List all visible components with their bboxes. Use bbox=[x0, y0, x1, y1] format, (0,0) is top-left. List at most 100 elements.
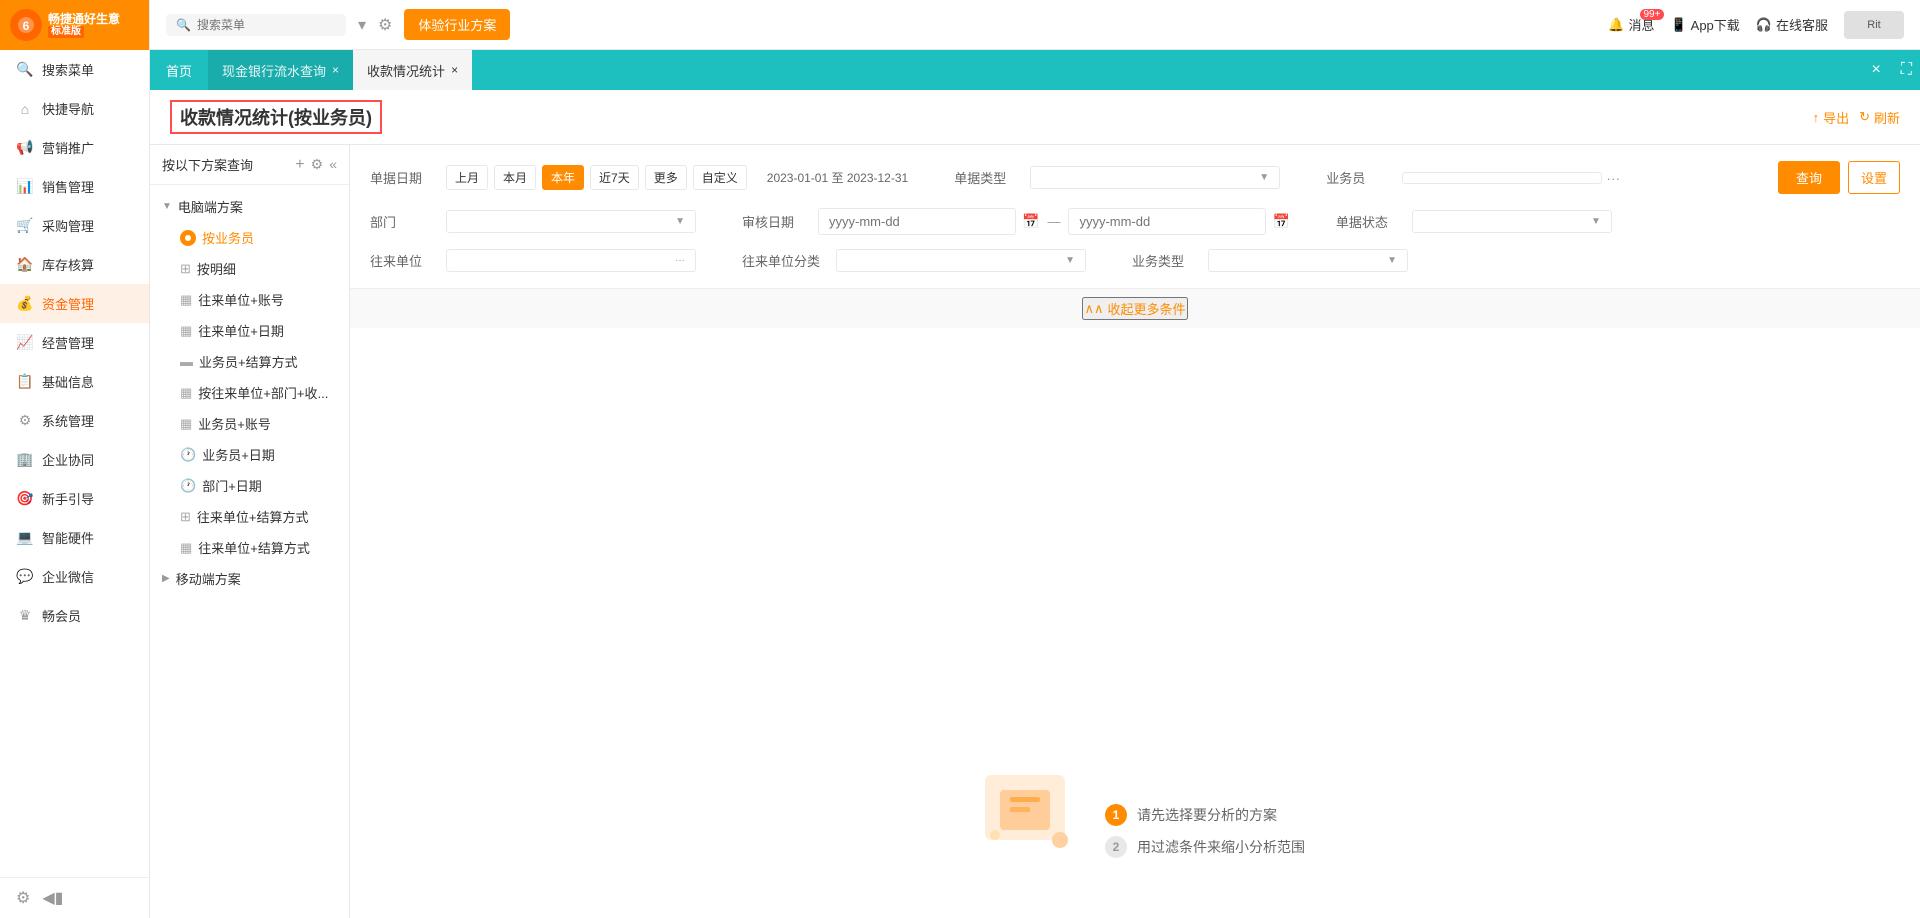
step-label-1: 请先选择要分析的方案 bbox=[1137, 805, 1277, 825]
doc-type-label: 单据类型 bbox=[954, 168, 1014, 187]
search-icon: 🔍 bbox=[16, 61, 34, 79]
setting-button[interactable]: 设置 bbox=[1848, 161, 1900, 194]
scheme-item-partner-date[interactable]: ▦ 往来单位+日期 bbox=[150, 315, 349, 346]
scheme-item-partner-dept[interactable]: ▦ 按往来单位+部门+收... bbox=[150, 377, 349, 408]
sidebar-item-search[interactable]: 🔍 搜索菜单 bbox=[0, 50, 149, 89]
doc-type-arrow: ▼ bbox=[1259, 172, 1269, 183]
collapse-sidebar-icon[interactable]: ◀▮ bbox=[42, 888, 63, 908]
tab-cash-flow-close[interactable]: × bbox=[332, 64, 339, 76]
salesperson-more-icon[interactable]: ··· bbox=[1606, 170, 1620, 186]
partner-cat-select[interactable]: ▼ bbox=[836, 249, 1086, 272]
refresh-button[interactable]: ↻ 刷新 bbox=[1859, 108, 1900, 127]
scheme-item-staff-date[interactable]: 🕐 业务员+日期 bbox=[150, 439, 349, 470]
topbar-search-box[interactable]: 🔍 bbox=[166, 14, 346, 36]
tree-group-desktop-header[interactable]: ▼ 电脑端方案 bbox=[150, 191, 349, 222]
date-btn-more[interactable]: 更多 bbox=[645, 165, 687, 190]
scheme-item-dept-date[interactable]: 🕐 部门+日期 bbox=[150, 470, 349, 501]
scheme-item-partner-account[interactable]: ▦ 往来单位+账号 bbox=[150, 284, 349, 315]
audit-date-start[interactable] bbox=[818, 208, 1016, 235]
empty-step-2: 2 用过滤条件来缩小分析范围 bbox=[1105, 836, 1305, 858]
sidebar-label-marketing: 营销推广 bbox=[42, 138, 94, 157]
topbar-gear-icon[interactable]: ⚙ bbox=[378, 15, 392, 35]
salesperson-select[interactable] bbox=[1402, 172, 1602, 184]
sidebar: 6 畅捷通好生意 标准版 🔍 搜索菜单 ⌂ 快捷导航 📢 营销推广 📊 销售管理… bbox=[0, 0, 150, 918]
message-button[interactable]: 🔔 消息 99+ bbox=[1608, 15, 1654, 34]
message-badge: 99+ bbox=[1640, 9, 1665, 20]
audit-date-calendar1[interactable]: 📅 bbox=[1022, 213, 1039, 230]
scheme-item-label-pd: 往来单位+日期 bbox=[198, 321, 284, 340]
refresh-icon: ↻ bbox=[1859, 109, 1870, 125]
scheme-gear-icon[interactable]: ⚙ bbox=[311, 156, 324, 174]
audit-date-calendar2[interactable]: 📅 bbox=[1272, 213, 1289, 230]
tree-group-mobile-header[interactable]: ▶ 移动端方案 bbox=[150, 563, 349, 594]
step-label-2: 用过滤条件来缩小分析范围 bbox=[1137, 837, 1305, 857]
collapse-icon: ∧∧ bbox=[1084, 301, 1103, 317]
date-btn-this-month[interactable]: 本月 bbox=[494, 165, 536, 190]
filter-form: 单据日期 上月 本月 本年 近7天 更多 自定义 2023-01-01 至 20… bbox=[350, 145, 1920, 288]
date-btn-7days[interactable]: 近7天 bbox=[590, 165, 639, 190]
tab-home[interactable]: 首页 bbox=[150, 50, 208, 90]
scheme-item-staff-settle[interactable]: ▬ 业务员+结算方式 bbox=[150, 346, 349, 377]
user-avatar[interactable]: Rit bbox=[1844, 11, 1904, 39]
sidebar-item-operation[interactable]: 📈 经营管理 bbox=[0, 323, 149, 362]
sidebar-item-guide[interactable]: 🎯 新手引导 bbox=[0, 479, 149, 518]
biz-type-arrow: ▼ bbox=[1387, 255, 1397, 266]
scheme-item-icon-ss: ▬ bbox=[180, 354, 193, 369]
tabbar-expand-button[interactable]: ⛶ bbox=[1893, 61, 1920, 79]
scheme-item-staff-account[interactable]: ▦ 业务员+账号 bbox=[150, 408, 349, 439]
scheme-panel-actions: + ⚙ « bbox=[295, 156, 337, 174]
sidebar-item-sales[interactable]: 📊 销售管理 bbox=[0, 167, 149, 206]
sidebar-item-quicknav[interactable]: ⌂ 快捷导航 bbox=[0, 89, 149, 128]
scheme-panel-header: 按以下方案查询 + ⚙ « bbox=[150, 145, 349, 185]
audit-date-end[interactable] bbox=[1068, 208, 1266, 235]
date-btn-this-year[interactable]: 本年 bbox=[542, 165, 584, 190]
date-btn-custom[interactable]: 自定义 bbox=[693, 165, 747, 190]
sidebar-item-member[interactable]: ♛ 畅会员 bbox=[0, 596, 149, 635]
scheme-collapse-icon[interactable]: « bbox=[329, 156, 337, 174]
partner-select[interactable]: ··· bbox=[446, 249, 696, 272]
filter-row-2: 部门 ▼ 审核日期 📅 — 📅 bbox=[370, 208, 1900, 235]
scheme-add-icon[interactable]: + bbox=[295, 156, 304, 174]
tabbar-close-button[interactable]: × bbox=[1859, 61, 1892, 79]
doc-type-select[interactable]: ▼ bbox=[1030, 166, 1280, 189]
tab-cash-flow-label: 现金银行流水查询 bbox=[222, 61, 326, 80]
scheme-item-icon-pd: ▦ bbox=[180, 323, 192, 339]
scheme-item-by-detail[interactable]: ⊞ 按明细 bbox=[150, 253, 349, 284]
scheme-item-partner-settle1[interactable]: ⊞ 往来单位+结算方式 bbox=[150, 501, 349, 532]
scheme-item-by-staff[interactable]: 按业务员 bbox=[150, 222, 349, 253]
tab-collection-stats[interactable]: 收款情况统计 × bbox=[353, 50, 472, 90]
doc-status-select[interactable]: ▼ bbox=[1412, 210, 1612, 233]
sidebar-item-corp[interactable]: 🏢 企业协同 bbox=[0, 440, 149, 479]
tab-cash-flow[interactable]: 现金银行流水查询 × bbox=[208, 50, 353, 90]
sidebar-item-inventory[interactable]: 🏠 库存核算 bbox=[0, 245, 149, 284]
page-actions: ↑ 导出 ↻ 刷新 bbox=[1813, 108, 1900, 127]
tab-collection-stats-close[interactable]: × bbox=[451, 64, 458, 76]
sidebar-item-system[interactable]: ⚙ 系统管理 bbox=[0, 401, 149, 440]
export-button[interactable]: ↑ 导出 bbox=[1813, 108, 1850, 127]
service-button[interactable]: 🎧 在线客服 bbox=[1756, 15, 1828, 34]
biz-type-select[interactable]: ▼ bbox=[1208, 249, 1408, 272]
settings-icon[interactable]: ⚙ bbox=[16, 888, 30, 908]
trial-button[interactable]: 体验行业方案 bbox=[404, 9, 510, 40]
topbar-search-input[interactable] bbox=[197, 18, 327, 32]
query-button[interactable]: 查询 bbox=[1778, 161, 1840, 194]
sidebar-item-hardware[interactable]: 💻 智能硬件 bbox=[0, 518, 149, 557]
filter-row-3: 往来单位 ··· 往来单位分类 ▼ bbox=[370, 249, 1900, 272]
sidebar-label-hardware: 智能硬件 bbox=[42, 528, 94, 547]
sidebar-item-finance[interactable]: 💰 资金管理 bbox=[0, 284, 149, 323]
sidebar-item-marketing[interactable]: 📢 营销推广 bbox=[0, 128, 149, 167]
date-btn-last-month[interactable]: 上月 bbox=[446, 165, 488, 190]
sidebar-item-wechat[interactable]: 💬 企业微信 bbox=[0, 557, 149, 596]
scheme-item-partner-settle2[interactable]: ▦ 往来单位+结算方式 bbox=[150, 532, 349, 563]
topbar-search-icon: 🔍 bbox=[176, 18, 191, 32]
dept-select[interactable]: ▼ bbox=[446, 210, 696, 233]
sidebar-item-basic[interactable]: 📋 基础信息 bbox=[0, 362, 149, 401]
scheme-item-icon-sa: ▦ bbox=[180, 416, 192, 432]
sidebar-item-purchase[interactable]: 🛒 采购管理 bbox=[0, 206, 149, 245]
partner-cat-label: 往来单位分类 bbox=[742, 251, 820, 270]
collapse-button[interactable]: ∧∧ 收起更多条件 bbox=[1082, 297, 1187, 320]
tabbar: 首页 现金银行流水查询 × 收款情况统计 × × ⛶ bbox=[150, 50, 1920, 90]
sidebar-label-purchase: 采购管理 bbox=[42, 216, 94, 235]
app-download-button[interactable]: 📱 App下载 bbox=[1670, 15, 1739, 34]
topbar-dropdown-icon[interactable]: ▾ bbox=[358, 15, 366, 35]
